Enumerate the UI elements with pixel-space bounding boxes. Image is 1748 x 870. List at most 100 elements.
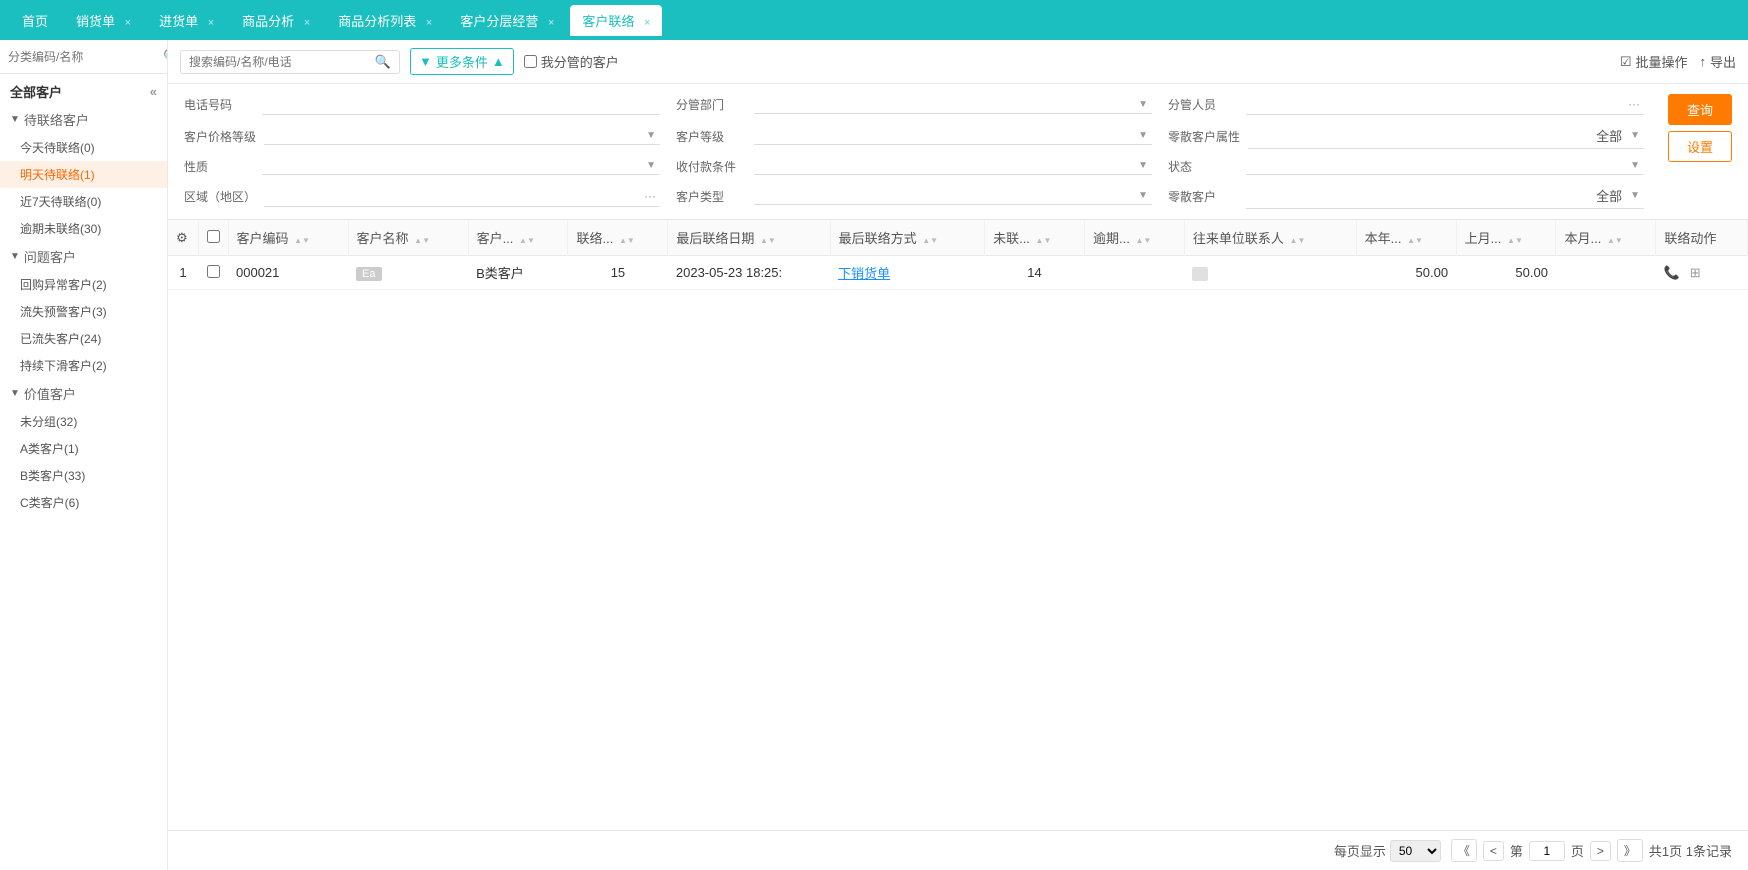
nav-customer-contact-close[interactable]: ×	[644, 17, 650, 29]
more-conditions-btn[interactable]: ▼ 更多条件 ▲	[410, 48, 514, 75]
page-size-select[interactable]: 10 20 50 100	[1390, 840, 1441, 862]
col-last-method-sort[interactable]: ▲▼	[922, 236, 938, 245]
select-all-checkbox[interactable]	[207, 230, 220, 243]
settings-icon[interactable]: ⚙	[176, 230, 188, 245]
export-label: 导出	[1710, 52, 1736, 71]
export-icon: ↑	[1699, 54, 1706, 69]
filter-retail-attr-select[interactable]: 全部 ▼	[1248, 123, 1644, 149]
filter-status-select[interactable]: ▼	[1246, 157, 1644, 175]
filter-dept-select[interactable]: ▼	[754, 96, 1152, 114]
next-page-btn[interactable]: >	[1590, 841, 1611, 861]
all-customers-header[interactable]: 全部客户 «	[0, 74, 167, 105]
group-value-customers[interactable]: ▼ 价值客户	[0, 379, 167, 408]
nav-customer-segment-close[interactable]: ×	[548, 17, 554, 29]
nav-purchase[interactable]: 进货单 ×	[147, 5, 226, 36]
col-last-month-sort[interactable]: ▲▼	[1507, 236, 1523, 245]
filter-payment-label: 收付款条件	[676, 158, 746, 175]
last-page-btn[interactable]: 》	[1617, 839, 1643, 862]
col-header-code: 客户编码 ▲▼	[228, 220, 348, 256]
customer-name-badge[interactable]: Ea	[356, 267, 381, 281]
action-phone-icon[interactable]: 📞	[1664, 265, 1680, 280]
nav-product-analysis-close[interactable]: ×	[304, 17, 310, 29]
filter-person-select[interactable]: ···	[1246, 94, 1644, 115]
td-type: B类客户	[468, 256, 568, 290]
sidebar-item-churn-warning[interactable]: 流失预警客户(3)	[0, 298, 167, 325]
sidebar-item-overdue-contact[interactable]: 逾期未联络(30)	[0, 215, 167, 242]
nav-sales[interactable]: 销货单 ×	[64, 5, 143, 36]
last-method-link[interactable]: 下销货单	[838, 266, 890, 281]
sidebar-item-class-a[interactable]: A类客户(1)	[0, 435, 167, 462]
col-settings: ⚙	[168, 220, 198, 256]
person-dots-icon: ···	[1628, 97, 1640, 111]
filter-region-select[interactable]: ···	[264, 186, 660, 207]
sidebar-item-declining[interactable]: 持续下滑客户(2)	[0, 352, 167, 379]
my-customers-checkbox[interactable]	[524, 55, 537, 68]
bulk-operation-btn[interactable]: ☑ 批量操作	[1620, 52, 1688, 71]
sidebar-item-ungrouped[interactable]: 未分组(32)	[0, 408, 167, 435]
sidebar-item-tomorrow-contact[interactable]: 明天待联络(1)	[0, 161, 167, 188]
nav-product-analysis-list[interactable]: 商品分析列表 ×	[326, 5, 444, 36]
filter-payment-select[interactable]: ▼	[754, 157, 1152, 175]
my-customers-checkbox-wrap[interactable]: 我分管的客户	[524, 52, 619, 71]
row-checkbox[interactable]	[207, 265, 220, 278]
group-problem-customers[interactable]: ▼ 问题客户	[0, 242, 167, 271]
filter-phone-input[interactable]	[262, 94, 660, 115]
col-code-sort[interactable]: ▲▼	[294, 236, 310, 245]
retail-attr-value: 全部	[1596, 126, 1622, 145]
sidebar-item-today-contact[interactable]: 今天待联络(0)	[0, 134, 167, 161]
group-pending-contact[interactable]: ▼ 待联络客户	[0, 105, 167, 134]
filter-customer-level-select[interactable]: ▼	[754, 127, 1152, 145]
sidebar-item-7day-contact[interactable]: 近7天待联络(0)	[0, 188, 167, 215]
col-name-sort[interactable]: ▲▼	[414, 236, 430, 245]
collapse-icon[interactable]: «	[150, 84, 157, 99]
action-qr-icon[interactable]: ⊞	[1690, 265, 1701, 280]
col-overdue-sort[interactable]: ▲▼	[1135, 236, 1151, 245]
nav-product-analysis[interactable]: 商品分析 ×	[230, 5, 322, 36]
filter-customer-type-select[interactable]: ▼	[754, 187, 1152, 205]
nav-customer-contact[interactable]: 客户联络 ×	[570, 5, 662, 36]
nav-product-list-close[interactable]: ×	[426, 17, 432, 29]
col-contact-count-sort[interactable]: ▲▼	[619, 236, 635, 245]
filter-price-level-select[interactable]: ▼	[264, 127, 660, 145]
td-this-month	[1556, 256, 1656, 290]
filter-gender-label: 性质	[184, 158, 254, 175]
sidebar-item-class-c[interactable]: C类客户(6)	[0, 489, 167, 516]
page-input[interactable]	[1529, 841, 1565, 861]
sidebar-item-abnormal-purchase[interactable]: 回购异常客户(2)	[0, 271, 167, 298]
retail-attr-chevron-icon: ▼	[1630, 130, 1640, 141]
sidebar-item-churned[interactable]: 已流失客户(24)	[0, 325, 167, 352]
search-icon[interactable]: 🔍	[375, 54, 391, 70]
filter-retail-customer-select[interactable]: 全部 ▼	[1246, 183, 1644, 209]
chevron-up-icon: ▲	[492, 54, 505, 69]
filter-gender-select[interactable]: ▼	[262, 157, 660, 175]
filter-customer-level-label: 客户等级	[676, 128, 746, 145]
prev-page-btn[interactable]: <	[1483, 841, 1504, 861]
filter-region-label: 区域（地区）	[184, 188, 256, 205]
col-type-sort[interactable]: ▲▼	[519, 236, 535, 245]
nav-sales-close[interactable]: ×	[125, 17, 131, 29]
nav-home[interactable]: 首页	[10, 5, 60, 36]
set-button[interactable]: 设置	[1668, 131, 1732, 162]
per-page-label: 每页显示	[1334, 841, 1386, 860]
query-button[interactable]: 查询	[1668, 94, 1732, 125]
filter-region: 区域（地区） ···	[184, 186, 660, 207]
col-last-date-sort[interactable]: ▲▼	[760, 236, 776, 245]
first-page-btn[interactable]: 《	[1451, 839, 1477, 862]
col-this-month-sort[interactable]: ▲▼	[1607, 236, 1623, 245]
sidebar-search-input[interactable]	[8, 50, 163, 64]
filter-buttons: 查询 设置	[1668, 94, 1732, 209]
filter-status: 状态 ▼	[1168, 157, 1644, 175]
td-index: 1	[168, 256, 198, 290]
col-this-month-label: 本月...	[1564, 231, 1601, 246]
col-unit-contact-sort[interactable]: ▲▼	[1290, 236, 1306, 245]
more-conditions-label: 更多条件	[436, 52, 488, 71]
search-input[interactable]	[189, 55, 375, 69]
export-btn[interactable]: ↑ 导出	[1699, 52, 1736, 71]
col-no-contact-sort[interactable]: ▲▼	[1036, 236, 1052, 245]
td-actions: 📞 ⊞	[1656, 256, 1748, 290]
nav-purchase-close[interactable]: ×	[208, 17, 214, 29]
col-this-year-sort[interactable]: ▲▼	[1407, 236, 1423, 245]
nav-customer-segment[interactable]: 客户分层经营 ×	[448, 5, 566, 36]
sidebar-item-class-b[interactable]: B类客户(33)	[0, 462, 167, 489]
advanced-filter-panel: 电话号码 分管部门 ▼ 分管人员 ···	[168, 84, 1748, 220]
